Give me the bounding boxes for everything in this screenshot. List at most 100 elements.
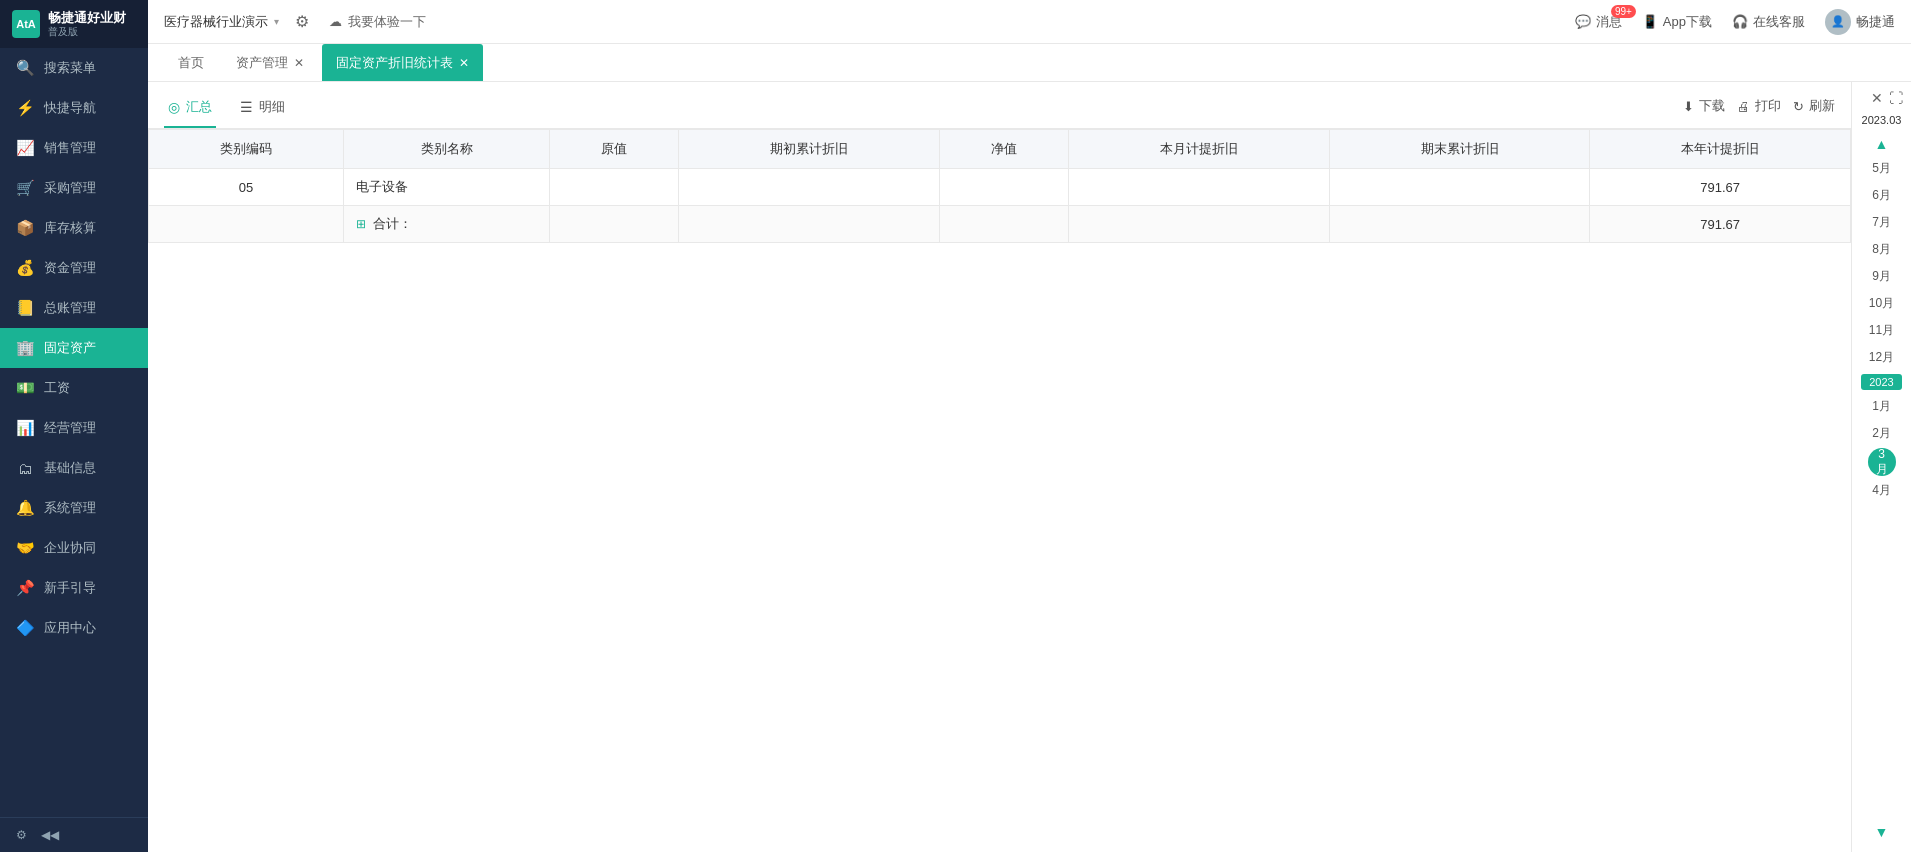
sales-icon: 📈 bbox=[16, 139, 34, 157]
sidebar-item-purchase[interactable]: 🛒 采购管理 bbox=[0, 168, 148, 208]
sidebar-item-label: 固定资产 bbox=[44, 339, 96, 357]
purchase-icon: 🛒 bbox=[16, 179, 34, 197]
app-logo: AtA 畅捷通好业财 普及版 bbox=[0, 0, 148, 48]
sidebar-item-label: 资金管理 bbox=[44, 259, 96, 277]
online-service-button[interactable]: 🎧 在线客服 bbox=[1732, 13, 1805, 31]
tab-home-label: 首页 bbox=[178, 54, 204, 72]
sidebar-item-search[interactable]: 🔍 搜索菜单 bbox=[0, 48, 148, 88]
tab-asset-label: 资产管理 bbox=[236, 54, 288, 72]
tab-depreciation-label: 固定资产折旧统计表 bbox=[336, 54, 453, 72]
sidebar-item-label: 基础信息 bbox=[44, 459, 96, 477]
period-8[interactable]: 8月 bbox=[1855, 237, 1908, 262]
period-9[interactable]: 9月 bbox=[1855, 264, 1908, 289]
sidebar-item-app-center[interactable]: 🔷 应用中心 bbox=[0, 608, 148, 648]
sidebar-item-label: 销售管理 bbox=[44, 139, 96, 157]
sidebar-item-inventory[interactable]: 📦 库存核算 bbox=[0, 208, 148, 248]
cell-code: 05 bbox=[149, 169, 344, 206]
col-annual: 本年计提折旧 bbox=[1590, 130, 1851, 169]
tab-asset-management[interactable]: 资产管理 ✕ bbox=[222, 44, 318, 81]
sidebar-item-quicknav[interactable]: ⚡ 快捷导航 bbox=[0, 88, 148, 128]
total-icon: ⊞ bbox=[356, 217, 366, 231]
sidebar-settings-icon[interactable]: ⚙ bbox=[16, 828, 27, 842]
sidebar-item-enterprise[interactable]: 🤝 企业协同 bbox=[0, 528, 148, 568]
total-monthly bbox=[1069, 206, 1330, 243]
inventory-icon: 📦 bbox=[16, 219, 34, 237]
sidebar-item-operations[interactable]: 📊 经营管理 bbox=[0, 408, 148, 448]
experience-text: 我要体验一下 bbox=[348, 13, 426, 31]
tab-home[interactable]: 首页 bbox=[164, 44, 218, 81]
period-5[interactable]: 5月 bbox=[1855, 156, 1908, 181]
refresh-button[interactable]: ↻ 刷新 bbox=[1793, 97, 1835, 115]
page-content: ◎ 汇总 ☰ 明细 ⬇ 下载 🖨 打印 bbox=[148, 82, 1851, 852]
company-dropdown-icon: ▾ bbox=[274, 16, 279, 27]
total-row: ⊞ 合计： 791.67 bbox=[149, 206, 1851, 243]
sidebar-item-sales[interactable]: 📈 销售管理 bbox=[0, 128, 148, 168]
total-original bbox=[550, 206, 679, 243]
period-4[interactable]: 4月 bbox=[1855, 478, 1908, 503]
period-7[interactable]: 7月 bbox=[1855, 210, 1908, 235]
sub-tab-detail[interactable]: ☰ 明细 bbox=[236, 92, 289, 128]
topbar-right: 💬 消息 99+ 📱 App下载 🎧 在线客服 👤 畅捷通 bbox=[1575, 9, 1895, 35]
company-selector[interactable]: 医疗器械行业演示 ▾ bbox=[164, 13, 279, 31]
message-button[interactable]: 💬 消息 99+ bbox=[1575, 13, 1622, 31]
sub-tab-summary-label: 汇总 bbox=[186, 98, 212, 116]
message-badge: 99+ bbox=[1611, 5, 1636, 18]
year-2023-label: 2023 bbox=[1861, 374, 1901, 390]
sidebar-item-ledger[interactable]: 📒 总账管理 bbox=[0, 288, 148, 328]
col-name: 类别名称 bbox=[343, 130, 550, 169]
cell-annual: 791.67 bbox=[1590, 169, 1851, 206]
download-button[interactable]: ⬇ 下载 bbox=[1683, 97, 1725, 115]
app-download-icon: 📱 bbox=[1642, 14, 1658, 29]
cell-name: 电子设备 bbox=[343, 169, 550, 206]
refresh-icon: ↻ bbox=[1793, 99, 1804, 114]
sub-tab-summary[interactable]: ◎ 汇总 bbox=[164, 92, 216, 128]
period-11[interactable]: 11月 bbox=[1855, 318, 1908, 343]
user-menu[interactable]: 👤 畅捷通 bbox=[1825, 9, 1895, 35]
sidebar-collapse-button[interactable]: ◀◀ bbox=[41, 828, 59, 842]
period-down-button[interactable]: ▼ bbox=[1871, 820, 1893, 844]
experience-button[interactable]: ☁ 我要体验一下 bbox=[329, 13, 426, 31]
sidebar-item-basic-info[interactable]: 🗂 基础信息 bbox=[0, 448, 148, 488]
period-10[interactable]: 10月 bbox=[1855, 291, 1908, 316]
sidebar-item-system[interactable]: 🔔 系统管理 bbox=[0, 488, 148, 528]
sidebar-item-payroll[interactable]: 💵 工资 bbox=[0, 368, 148, 408]
right-panel-header: ✕ ⛶ bbox=[1852, 90, 1911, 112]
refresh-label: 刷新 bbox=[1809, 97, 1835, 115]
tab-depreciation-table[interactable]: 固定资产折旧统计表 ✕ bbox=[322, 44, 483, 81]
settings-icon[interactable]: ⚙ bbox=[295, 12, 309, 31]
main-area: 医疗器械行业演示 ▾ ⚙ ☁ 我要体验一下 💬 消息 99+ 📱 App下载 🎧… bbox=[148, 0, 1911, 852]
period-up-button[interactable]: ▲ bbox=[1871, 132, 1893, 156]
tab-depreciation-close[interactable]: ✕ bbox=[459, 56, 469, 70]
sidebar-menu: 🔍 搜索菜单 ⚡ 快捷导航 📈 销售管理 🛒 采购管理 📦 库存核算 💰 资金管… bbox=[0, 48, 148, 817]
avatar: 👤 bbox=[1825, 9, 1851, 35]
detail-icon: ☰ bbox=[240, 99, 253, 115]
app-download-button[interactable]: 📱 App下载 bbox=[1642, 13, 1712, 31]
sub-tab-detail-label: 明细 bbox=[259, 98, 285, 116]
period-6[interactable]: 6月 bbox=[1855, 183, 1908, 208]
sidebar-item-fixed-assets[interactable]: 🏢 固定资产 bbox=[0, 328, 148, 368]
sub-tabs: ◎ 汇总 ☰ 明细 ⬇ 下载 🖨 打印 bbox=[148, 82, 1851, 129]
period-2[interactable]: 2月 bbox=[1855, 421, 1908, 446]
period-1[interactable]: 1月 bbox=[1855, 394, 1908, 419]
period-3[interactable]: 3月 bbox=[1868, 448, 1896, 476]
total-net bbox=[940, 206, 1069, 243]
sidebar-item-guide[interactable]: 📌 新手引导 bbox=[0, 568, 148, 608]
sidebar-item-finance[interactable]: 💰 资金管理 bbox=[0, 248, 148, 288]
close-panel-icon[interactable]: ✕ bbox=[1871, 90, 1883, 106]
total-acc-end bbox=[1329, 206, 1590, 243]
cell-acc-begin bbox=[679, 169, 940, 206]
print-button[interactable]: 🖨 打印 bbox=[1737, 97, 1781, 115]
basic-info-icon: 🗂 bbox=[16, 460, 34, 477]
expand-panel-icon[interactable]: ⛶ bbox=[1889, 90, 1903, 106]
cell-net bbox=[940, 169, 1069, 206]
sidebar-item-label: 企业协同 bbox=[44, 539, 96, 557]
quicknav-icon: ⚡ bbox=[16, 99, 34, 117]
col-acc-end: 期末累计折旧 bbox=[1329, 130, 1590, 169]
sidebar-item-label: 系统管理 bbox=[44, 499, 96, 517]
total-empty bbox=[149, 206, 344, 243]
period-12[interactable]: 12月 bbox=[1855, 345, 1908, 370]
col-net: 净值 bbox=[940, 130, 1069, 169]
sidebar-item-label: 总账管理 bbox=[44, 299, 96, 317]
tab-asset-close[interactable]: ✕ bbox=[294, 56, 304, 70]
search-icon: 🔍 bbox=[16, 59, 34, 77]
